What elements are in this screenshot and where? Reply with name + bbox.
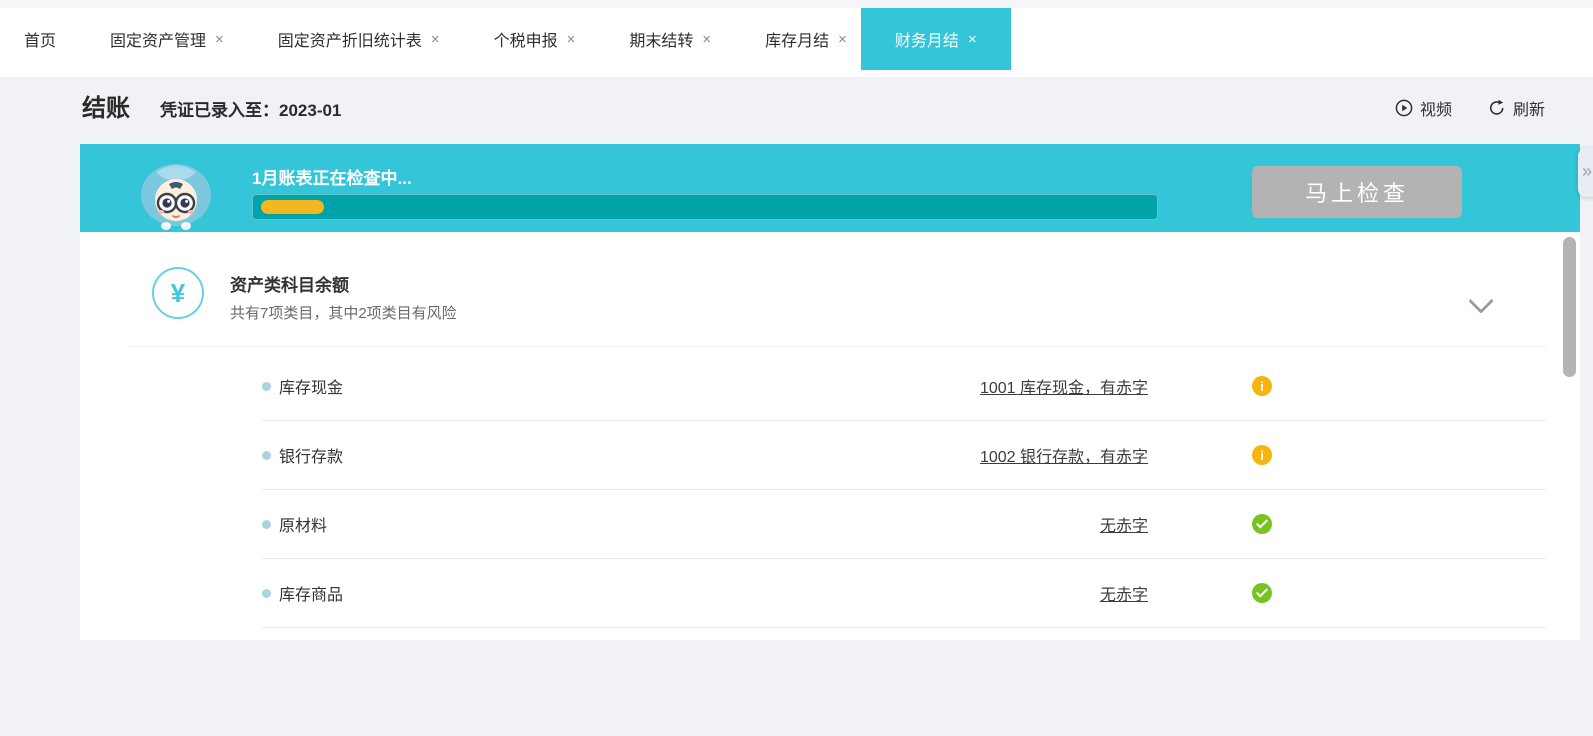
check-mark — [1255, 516, 1269, 529]
close-icon[interactable]: × — [567, 31, 576, 48]
account-label: 原材料 — [279, 518, 328, 535]
tab-finance-monthly-close[interactable]: 财务月结 × — [860, 8, 1011, 70]
yen-circle-icon: ¥ — [152, 267, 204, 319]
deficit-detail-link[interactable]: 1001 库存现金，有赤字 — [980, 374, 1148, 398]
tab-depreciation-report[interactable]: 固定资产折旧统计表 × — [278, 8, 440, 70]
tab-label: 期末结转 — [629, 33, 694, 50]
content-panel: 1月账表正在检查中... 马上检查 ¥ 资产类科目余额 共有7项类目，其中2项类… — [80, 144, 1580, 640]
refresh-icon — [1489, 99, 1504, 115]
account-label: 库存商品 — [279, 587, 344, 604]
tab-label: 固定资产管理 — [110, 33, 207, 50]
video-label: 视频 — [1419, 102, 1452, 119]
check-progress-banner: 1月账表正在检查中... 马上检查 — [80, 144, 1580, 232]
table-row: 银行存款 1002 银行存款，有赤字 i — [262, 421, 1546, 490]
account-label: 库存现金 — [279, 380, 344, 397]
video-button[interactable]: 视频 — [1395, 96, 1452, 120]
progress-fill — [261, 200, 325, 214]
deficit-detail-link[interactable]: 1002 银行存款，有赤字 — [980, 443, 1148, 467]
account-rows: 库存现金 1001 库存现金，有赤字 i 银行存款 1002 银行存款，有赤字 … — [80, 352, 1580, 628]
refresh-button[interactable]: 刷新 — [1488, 96, 1545, 120]
table-row: 原材料 无赤字 — [262, 490, 1546, 559]
tab-home[interactable]: 首页 — [24, 8, 56, 70]
tab-personal-tax[interactable]: 个税申报 × — [494, 8, 576, 70]
collapse-panel-toggle[interactable]: » — [1578, 148, 1593, 197]
check-mark — [1255, 585, 1269, 598]
warning-info-icon: i — [1252, 376, 1272, 396]
page-header: 结账 凭证已录入至：2023-01 — [82, 88, 341, 123]
check-circle-icon — [1252, 583, 1272, 603]
chevron-down-icon[interactable] — [1468, 288, 1494, 314]
account-label: 银行存款 — [279, 449, 344, 466]
play-circle-icon — [1395, 99, 1413, 117]
tab-label: 财务月结 — [894, 33, 959, 50]
tab-fixed-assets[interactable]: 固定资产管理 × — [110, 8, 224, 70]
header-actions: 视频 刷新 — [1395, 96, 1545, 120]
tab-bar: 首页 固定资产管理 × 固定资产折旧统计表 × 个税申报 × 期末结转 × 库存… — [0, 8, 1593, 77]
refresh-label: 刷新 — [1512, 102, 1545, 119]
double-chevron-right-icon: » — [1582, 161, 1593, 181]
top-strip — [0, 0, 1593, 8]
bullet-icon — [262, 588, 271, 598]
close-icon[interactable]: × — [215, 31, 224, 48]
tab-label: 首页 — [24, 33, 57, 50]
check-circle-icon — [1252, 514, 1272, 534]
progress-bar — [252, 194, 1158, 220]
scrollbar-thumb[interactable] — [1563, 237, 1576, 377]
close-icon[interactable]: × — [968, 31, 977, 48]
app-window: 首页 固定资产管理 × 固定资产折旧统计表 × 个税申报 × 期末结转 × 库存… — [0, 0, 1593, 736]
deficit-detail-link[interactable]: 无赤字 — [1100, 581, 1148, 605]
warning-info-icon: i — [1252, 445, 1272, 465]
card-subtitle: 共有7项类目，其中2项类目有风险 — [230, 305, 457, 322]
header-separator — [127, 346, 1546, 347]
mascot-icon — [141, 164, 211, 230]
deficit-detail-link[interactable]: 无赤字 — [1100, 512, 1148, 536]
banner-status-text: 1月账表正在检查中... — [252, 169, 412, 188]
table-row: 库存现金 1001 库存现金，有赤字 i — [262, 352, 1546, 421]
page-title: 结账 — [82, 95, 130, 122]
bullet-icon — [262, 450, 271, 460]
yen-glyph: ¥ — [170, 277, 186, 308]
tab-label: 库存月结 — [765, 33, 830, 50]
card-title: 资产类科目余额 — [230, 276, 349, 295]
tab-label: 个税申报 — [493, 33, 558, 50]
tab-inventory-monthly-close[interactable]: 库存月结 × — [765, 8, 847, 70]
tab-label: 固定资产折旧统计表 — [277, 33, 422, 50]
table-row: 库存商品 无赤字 — [262, 559, 1546, 628]
check-now-button[interactable]: 马上检查 — [1252, 166, 1462, 218]
bullet-icon — [262, 519, 271, 529]
tab-period-end-transfer[interactable]: 期末结转 × — [629, 8, 711, 70]
bullet-icon — [262, 381, 271, 391]
voucher-entered-note: 凭证已录入至：2023-01 — [160, 101, 342, 120]
close-icon[interactable]: × — [838, 31, 847, 48]
close-icon[interactable]: × — [702, 31, 711, 48]
close-icon[interactable]: × — [431, 31, 440, 48]
